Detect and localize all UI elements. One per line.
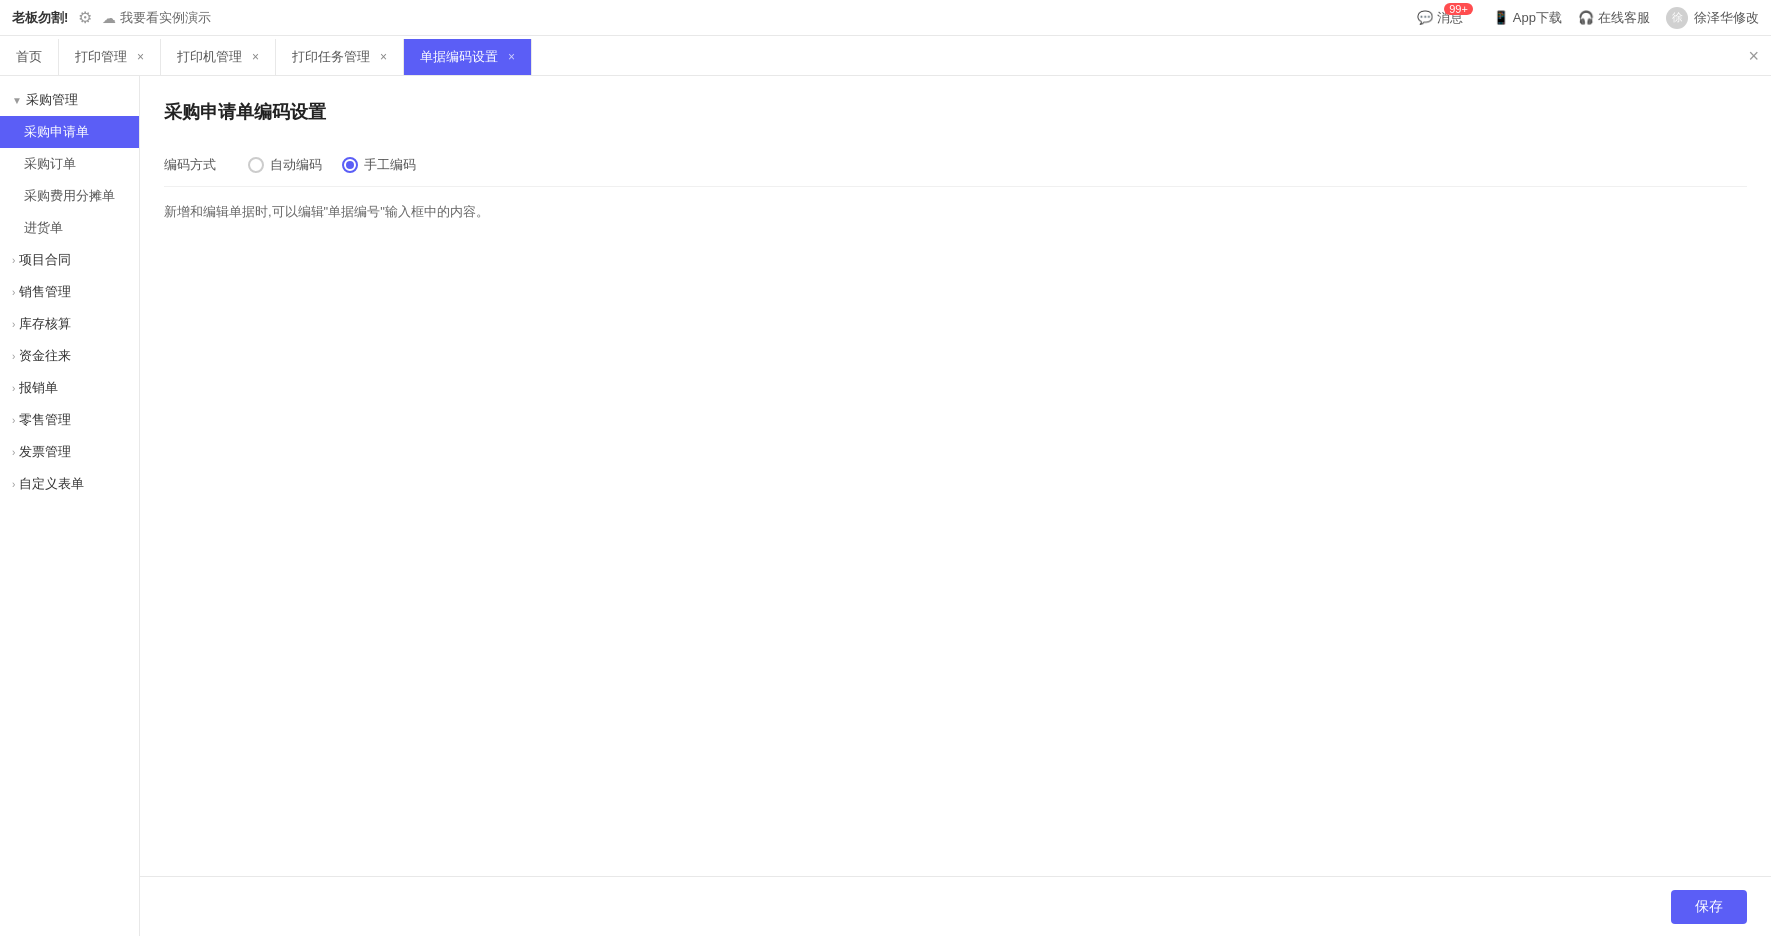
online-service-button[interactable]: 🎧 在线客服	[1578, 9, 1650, 27]
tab-bar-close-all[interactable]: ×	[1736, 36, 1771, 76]
sidebar-group-procurement[interactable]: ▼ 采购管理	[0, 84, 139, 116]
collapse-arrow-inventory: ›	[12, 319, 15, 330]
collapse-arrow-project: ›	[12, 255, 15, 266]
sidebar-group-sales[interactable]: › 销售管理	[0, 276, 139, 308]
user-info[interactable]: 徐 徐泽华修改	[1666, 7, 1759, 29]
content-area: 采购申请单编码设置 编码方式 自动编码 手工编码 新增和编辑单据时,可以编辑"单…	[140, 76, 1771, 936]
avatar: 徐	[1666, 7, 1688, 29]
page-content: 采购申请单编码设置 编码方式 自动编码 手工编码 新增和编辑单据时,可以编辑"单…	[140, 76, 1771, 876]
coding-row: 编码方式 自动编码 手工编码	[164, 144, 1747, 187]
message-icon: 💬	[1417, 10, 1433, 25]
collapse-arrow-invoice: ›	[12, 447, 15, 458]
user-name: 徐泽华修改	[1694, 9, 1759, 27]
tab-print-management-close[interactable]: ×	[137, 50, 144, 64]
sidebar-item-purchase-expense-label: 采购费用分摊单	[24, 188, 115, 203]
sidebar-item-purchase-receipt[interactable]: 进货单	[0, 212, 139, 244]
sidebar-group-sales-label: 销售管理	[19, 283, 71, 301]
sidebar-item-purchase-request-label: 采购申请单	[24, 124, 89, 139]
sidebar-group-invoice[interactable]: › 发票管理	[0, 436, 139, 468]
radio-auto-label: 自动编码	[270, 156, 322, 174]
main-layout: ▼ 采购管理 采购申请单 采购订单 采购费用分摊单 进货单 › 项目合同 › 销…	[0, 76, 1771, 936]
sidebar-item-purchase-receipt-label: 进货单	[24, 220, 63, 235]
radio-auto-code[interactable]: 自动编码	[248, 156, 322, 174]
collapse-arrow-sales: ›	[12, 287, 15, 298]
sidebar-group-project-label: 项目合同	[19, 251, 71, 269]
coding-label: 编码方式	[164, 156, 224, 174]
sidebar-item-purchase-request[interactable]: 采购申请单	[0, 116, 139, 148]
sidebar-item-purchase-expense[interactable]: 采购费用分摊单	[0, 180, 139, 212]
radio-group: 自动编码 手工编码	[248, 156, 416, 174]
top-bar: 老板勿割! ⚙ ☁ 我要看实例演示 💬 消息 99+ 📱 App下载 🎧 在线客…	[0, 0, 1771, 36]
sidebar-group-invoice-label: 发票管理	[19, 443, 71, 461]
tab-printer-management-label: 打印机管理	[177, 48, 242, 66]
message-button[interactable]: 💬 消息 99+	[1417, 9, 1463, 27]
sidebar-group-custom-label: 自定义表单	[19, 475, 84, 493]
collapse-arrow-retail: ›	[12, 415, 15, 426]
app-download-button[interactable]: 📱 App下载	[1493, 9, 1562, 27]
radio-manual-circle	[342, 157, 358, 173]
sidebar: ▼ 采购管理 采购申请单 采购订单 采购费用分摊单 进货单 › 项目合同 › 销…	[0, 76, 140, 936]
tab-home-label: 首页	[16, 48, 42, 66]
sidebar-group-retail[interactable]: › 零售管理	[0, 404, 139, 436]
message-badge: 99+	[1444, 3, 1473, 15]
sidebar-group-inventory-label: 库存核算	[19, 315, 71, 333]
collapse-arrow-finance: ›	[12, 351, 15, 362]
save-button[interactable]: 保存	[1671, 890, 1747, 924]
radio-manual-label: 手工编码	[364, 156, 416, 174]
tab-bar: 首页 打印管理 × 打印机管理 × 打印任务管理 × 单据编码设置 × ×	[0, 36, 1771, 76]
tab-barcode-settings[interactable]: 单据编码设置 ×	[404, 39, 532, 75]
tab-home[interactable]: 首页	[0, 39, 59, 75]
tab-print-management-label: 打印管理	[75, 48, 127, 66]
demo-label: 我要看实例演示	[120, 9, 211, 27]
tab-printer-management[interactable]: 打印机管理 ×	[161, 39, 276, 75]
tab-barcode-settings-close[interactable]: ×	[508, 50, 515, 64]
hint-text: 新增和编辑单据时,可以编辑"单据编号"输入框中的内容。	[164, 203, 1747, 221]
settings-icon[interactable]: ⚙	[78, 8, 92, 27]
page-title: 采购申请单编码设置	[164, 100, 1747, 124]
collapse-arrow-custom: ›	[12, 479, 15, 490]
sidebar-group-project[interactable]: › 项目合同	[0, 244, 139, 276]
sidebar-group-finance[interactable]: › 资金往来	[0, 340, 139, 372]
collapse-arrow-procurement: ▼	[12, 95, 22, 106]
sidebar-item-purchase-order-label: 采购订单	[24, 156, 76, 171]
collapse-arrow-expense: ›	[12, 383, 15, 394]
top-bar-right: 💬 消息 99+ 📱 App下载 🎧 在线客服 徐 徐泽华修改	[1417, 7, 1759, 29]
app-download-icon: 📱	[1493, 10, 1509, 25]
sidebar-group-expense[interactable]: › 报销单	[0, 372, 139, 404]
online-service-label: 在线客服	[1598, 9, 1650, 27]
sidebar-group-inventory[interactable]: › 库存核算	[0, 308, 139, 340]
sidebar-group-custom[interactable]: › 自定义表单	[0, 468, 139, 500]
radio-auto-circle	[248, 157, 264, 173]
tab-print-management[interactable]: 打印管理 ×	[59, 39, 161, 75]
radio-manual-code[interactable]: 手工编码	[342, 156, 416, 174]
cloud-icon: ☁	[102, 10, 116, 26]
tab-barcode-settings-label: 单据编码设置	[420, 48, 498, 66]
sidebar-group-finance-label: 资金往来	[19, 347, 71, 365]
tab-print-task[interactable]: 打印任务管理 ×	[276, 39, 404, 75]
tab-printer-management-close[interactable]: ×	[252, 50, 259, 64]
headset-icon: 🎧	[1578, 10, 1594, 25]
sidebar-group-retail-label: 零售管理	[19, 411, 71, 429]
tab-print-task-close[interactable]: ×	[380, 50, 387, 64]
demo-link[interactable]: ☁ 我要看实例演示	[102, 9, 211, 27]
sidebar-group-expense-label: 报销单	[19, 379, 58, 397]
tab-print-task-label: 打印任务管理	[292, 48, 370, 66]
top-bar-left: 老板勿割! ⚙ ☁ 我要看实例演示	[12, 8, 211, 27]
sidebar-item-purchase-order[interactable]: 采购订单	[0, 148, 139, 180]
page-footer: 保存	[140, 876, 1771, 936]
sidebar-group-procurement-label: 采购管理	[26, 91, 78, 109]
app-logo: 老板勿割!	[12, 9, 68, 27]
app-download-label: App下载	[1513, 9, 1562, 27]
